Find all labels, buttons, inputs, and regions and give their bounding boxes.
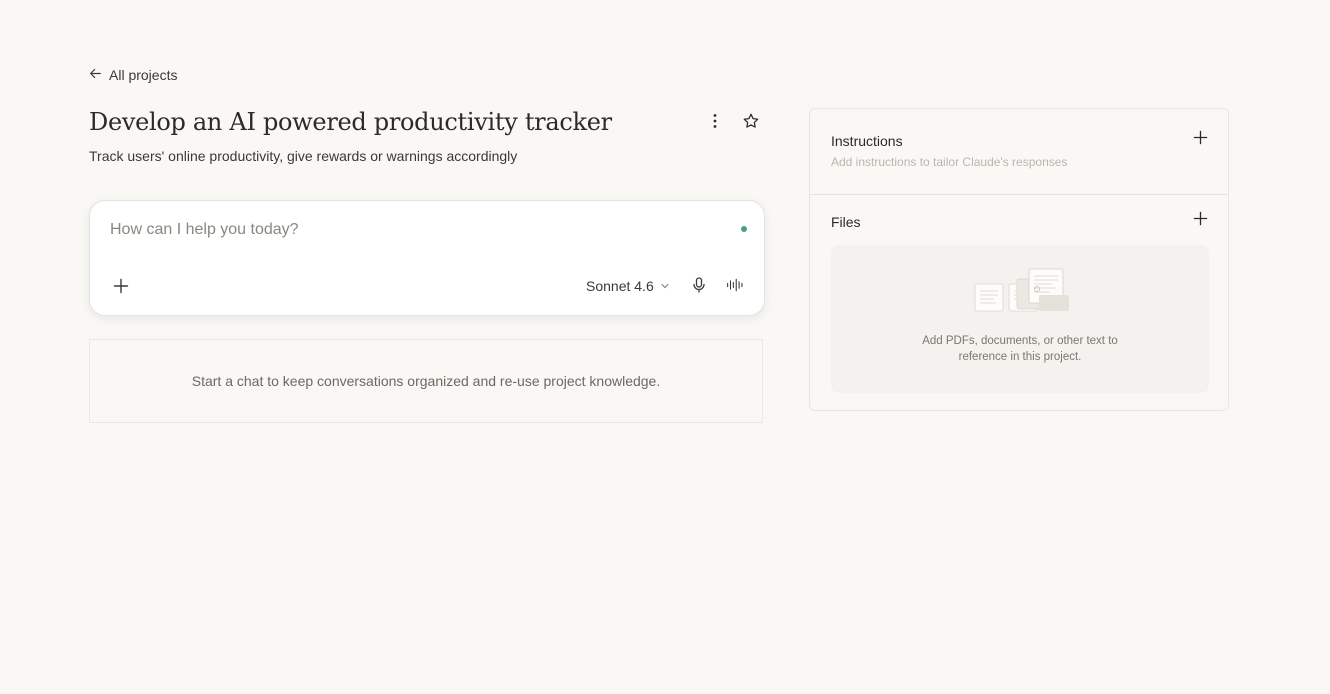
files-empty-line-1: Add PDFs, documents, or other text to: [922, 335, 1118, 347]
microphone-icon: [690, 276, 708, 299]
files-dropzone[interactable]: Add PDFs, documents, or other text to re…: [831, 245, 1209, 393]
message-input[interactable]: [110, 221, 710, 239]
plus-icon: [113, 278, 129, 299]
chat-composer: Sonnet 4.6: [89, 200, 765, 316]
instructions-hint: Add instructions to tailor Claude's resp…: [831, 155, 1068, 169]
add-instructions-button[interactable]: [1190, 130, 1210, 150]
files-empty-line-2: reference in this project.: [958, 351, 1082, 363]
files-title: Files: [831, 214, 861, 230]
project-page: All projects Develop an AI powered produ…: [0, 0, 1330, 694]
dictation-button[interactable]: [688, 276, 710, 298]
project-knowledge-panel: Instructions Add instructions to tailor …: [809, 108, 1229, 411]
more-vertical-icon: [706, 112, 724, 135]
chevron-down-icon: [660, 278, 670, 294]
plus-icon: [1193, 211, 1208, 231]
documents-illustration: [974, 268, 1069, 312]
arrow-left-icon: [89, 67, 102, 83]
instructions-section[interactable]: Instructions Add instructions to tailor …: [810, 109, 1228, 195]
add-files-button[interactable]: [1190, 211, 1210, 231]
plus-icon: [1193, 130, 1208, 150]
add-attachment-button[interactable]: [110, 277, 132, 299]
status-indicator: [741, 226, 747, 232]
project-title: Develop an AI powered productivity track…: [89, 108, 612, 136]
favorite-button[interactable]: [740, 112, 762, 134]
voice-waveform-icon: [726, 276, 744, 299]
model-name: Sonnet 4.6: [586, 278, 654, 294]
chats-empty-text: Start a chat to keep conversations organ…: [191, 373, 661, 389]
model-selector[interactable]: Sonnet 4.6: [586, 278, 670, 294]
voice-mode-button[interactable]: [724, 276, 746, 298]
files-empty-text: Add PDFs, documents, or other text to re…: [831, 333, 1209, 365]
instructions-title: Instructions: [831, 133, 903, 149]
star-icon: [742, 112, 760, 135]
more-options-button[interactable]: [704, 112, 726, 134]
chats-empty-state: Start a chat to keep conversations organ…: [89, 339, 763, 423]
project-actions: [704, 112, 762, 134]
project-description: Track users' online productivity, give r…: [89, 148, 518, 164]
all-projects-label: All projects: [109, 67, 178, 83]
all-projects-link[interactable]: All projects: [89, 67, 177, 83]
